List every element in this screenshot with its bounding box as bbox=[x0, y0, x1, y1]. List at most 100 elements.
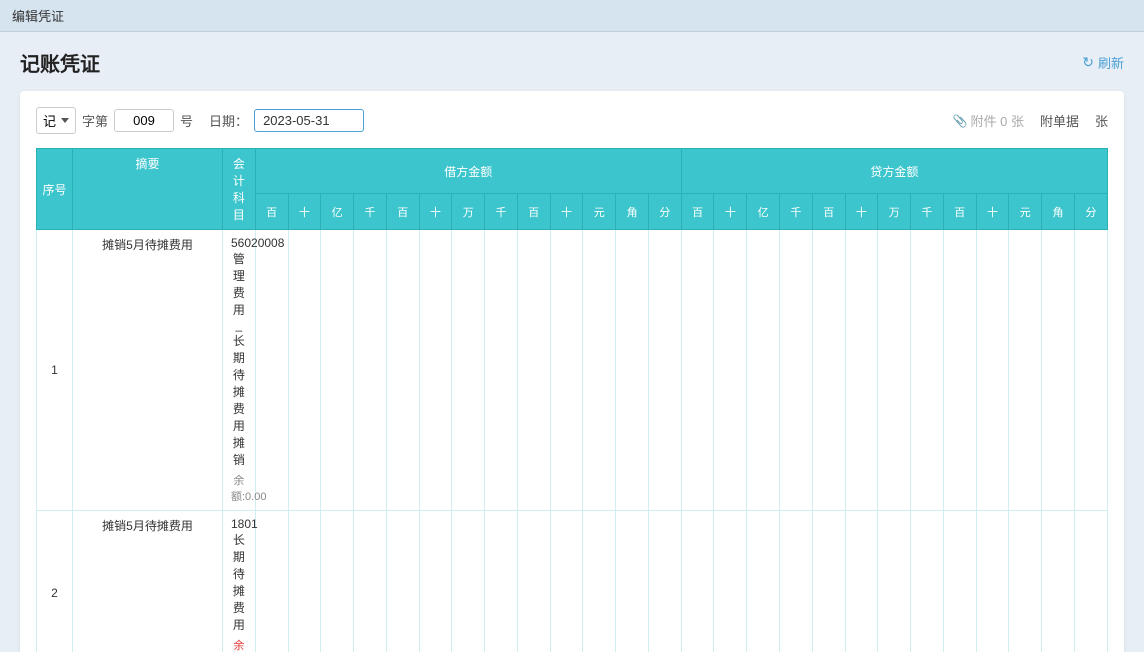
date-label: 日期： bbox=[209, 111, 248, 130]
row-1-credit-9[interactable] bbox=[976, 511, 1009, 652]
row-1-credit-10[interactable] bbox=[1009, 511, 1042, 652]
row-1-debit-8[interactable] bbox=[517, 511, 550, 652]
ji-select[interactable]: 记 bbox=[36, 107, 76, 134]
row-1-debit-12[interactable] bbox=[648, 511, 681, 652]
th-d-qian3: 千 bbox=[485, 194, 518, 230]
row-0-account[interactable]: 56020008 管理费用_长期待摊费用摊销余额:0.00 bbox=[223, 230, 256, 511]
table-row: 1摊销5月待摊费用56020008 管理费用_长期待摊费用摊销余额:0.00 bbox=[37, 230, 1108, 511]
th-c-shi3: 十 bbox=[845, 194, 878, 230]
row-1-debit-11[interactable] bbox=[616, 511, 649, 652]
date-input[interactable] bbox=[254, 109, 364, 132]
th-seq: 序号 bbox=[37, 149, 73, 230]
th-c-yi: 亿 bbox=[747, 194, 780, 230]
row-1-debit-9[interactable] bbox=[550, 511, 583, 652]
th-debit-group: 借方金额 bbox=[255, 149, 681, 194]
attachment-link[interactable]: 📎 附件 0 张 bbox=[953, 111, 1024, 130]
th-c-wan: 万 bbox=[878, 194, 911, 230]
row-1-credit-2[interactable] bbox=[747, 511, 780, 652]
row-1-credit-8[interactable] bbox=[943, 511, 976, 652]
row-0-credit-7[interactable] bbox=[911, 230, 944, 511]
row-1-summary[interactable]: 摊销5月待摊费用 bbox=[73, 511, 223, 652]
row-0-credit-10[interactable] bbox=[1009, 230, 1042, 511]
chevron-down-icon bbox=[61, 118, 69, 123]
th-c-bai4: 百 bbox=[943, 194, 976, 230]
row-0-debit-7[interactable] bbox=[485, 230, 518, 511]
page-title: 记账凭证 bbox=[20, 48, 100, 77]
row-0-credit-4[interactable] bbox=[812, 230, 845, 511]
zhang-label: 张 bbox=[1095, 111, 1108, 130]
refresh-icon: ↻ bbox=[1082, 54, 1094, 71]
row-1-balance: 余额:-100.00 bbox=[231, 637, 247, 652]
row-0-debit-0[interactable] bbox=[255, 230, 288, 511]
form-row: 记 字第 号 日期： 📎 附件 0 张 附单据 张 bbox=[36, 107, 1108, 134]
zi-input[interactable] bbox=[114, 109, 174, 132]
row-1-debit-3[interactable] bbox=[354, 511, 387, 652]
th-c-shi4: 十 bbox=[976, 194, 1009, 230]
attach-label: 附件 0 张 bbox=[971, 111, 1024, 130]
row-0-credit-12[interactable] bbox=[1074, 230, 1107, 511]
row-1-credit-7[interactable] bbox=[911, 511, 944, 652]
row-0-credit-9[interactable] bbox=[976, 230, 1009, 511]
date-item: 日期： bbox=[209, 109, 364, 132]
th-d-bai4: 百 bbox=[517, 194, 550, 230]
row-1-account[interactable]: 1801 长期待摊费用余额:-100.00 bbox=[223, 511, 256, 652]
row-0-debit-4[interactable] bbox=[386, 230, 419, 511]
row-1-credit-3[interactable] bbox=[780, 511, 813, 652]
row-1-debit-2[interactable] bbox=[321, 511, 354, 652]
row-0-credit-5[interactable] bbox=[845, 230, 878, 511]
row-1-debit-0[interactable] bbox=[255, 511, 288, 652]
row-0-debit-6[interactable] bbox=[452, 230, 485, 511]
th-c-shi2: 十 bbox=[714, 194, 747, 230]
row-0-credit-1[interactable] bbox=[714, 230, 747, 511]
row-1-credit-5[interactable] bbox=[845, 511, 878, 652]
row-1-credit-12[interactable] bbox=[1074, 511, 1107, 652]
th-d-shi2: 十 bbox=[288, 194, 321, 230]
row-1-debit-10[interactable] bbox=[583, 511, 616, 652]
table-row: 2摊销5月待摊费用1801 长期待摊费用余额:-100.00 bbox=[37, 511, 1108, 652]
row-0-debit-3[interactable] bbox=[354, 230, 387, 511]
th-c-bai3: 百 bbox=[812, 194, 845, 230]
row-0-credit-3[interactable] bbox=[780, 230, 813, 511]
th-c-qian3: 千 bbox=[911, 194, 944, 230]
row-1-credit-11[interactable] bbox=[1042, 511, 1075, 652]
attach-danpin-label: 附单据 bbox=[1040, 111, 1079, 130]
refresh-label: 刷新 bbox=[1098, 53, 1124, 72]
paperclip-icon: 📎 bbox=[953, 114, 968, 128]
row-0-debit-5[interactable] bbox=[419, 230, 452, 511]
row-1-credit-6[interactable] bbox=[878, 511, 911, 652]
th-c-jiao: 角 bbox=[1042, 194, 1075, 230]
th-d-wan: 万 bbox=[452, 194, 485, 230]
row-1-debit-7[interactable] bbox=[485, 511, 518, 652]
refresh-button[interactable]: ↻ 刷新 bbox=[1082, 53, 1124, 72]
row-0-credit-6[interactable] bbox=[878, 230, 911, 511]
row-0-credit-2[interactable] bbox=[747, 230, 780, 511]
row-0-credit-8[interactable] bbox=[943, 230, 976, 511]
zi-label: 字第 bbox=[82, 111, 108, 130]
row-0-debit-9[interactable] bbox=[550, 230, 583, 511]
row-1-seq: 2 bbox=[37, 511, 73, 652]
row-0-credit-11[interactable] bbox=[1042, 230, 1075, 511]
row-0-debit-12[interactable] bbox=[648, 230, 681, 511]
row-0-debit-8[interactable] bbox=[517, 230, 550, 511]
row-0-debit-11[interactable] bbox=[616, 230, 649, 511]
row-1-debit-1[interactable] bbox=[288, 511, 321, 652]
row-1-debit-4[interactable] bbox=[386, 511, 419, 652]
th-credit-group: 贷方金额 bbox=[681, 149, 1107, 194]
th-d-fen: 分 bbox=[648, 194, 681, 230]
row-1-credit-0[interactable] bbox=[681, 511, 714, 652]
row-1-debit-6[interactable] bbox=[452, 511, 485, 652]
row-1-debit-5[interactable] bbox=[419, 511, 452, 652]
th-c-yuan: 元 bbox=[1009, 194, 1042, 230]
row-1-credit-1[interactable] bbox=[714, 511, 747, 652]
row-0-debit-1[interactable] bbox=[288, 230, 321, 511]
th-c-fen: 分 bbox=[1074, 194, 1107, 230]
row-0-balance: 余额:0.00 bbox=[231, 472, 247, 504]
row-0-debit-2[interactable] bbox=[321, 230, 354, 511]
row-0-summary[interactable]: 摊销5月待摊费用 bbox=[73, 230, 223, 511]
row-0-debit-10[interactable] bbox=[583, 230, 616, 511]
th-d-bai3: 百 bbox=[386, 194, 419, 230]
row-1-credit-4[interactable] bbox=[812, 511, 845, 652]
ji-value: 记 bbox=[43, 111, 56, 130]
title-bar-label: 编辑凭证 bbox=[12, 9, 64, 24]
row-0-credit-0[interactable] bbox=[681, 230, 714, 511]
